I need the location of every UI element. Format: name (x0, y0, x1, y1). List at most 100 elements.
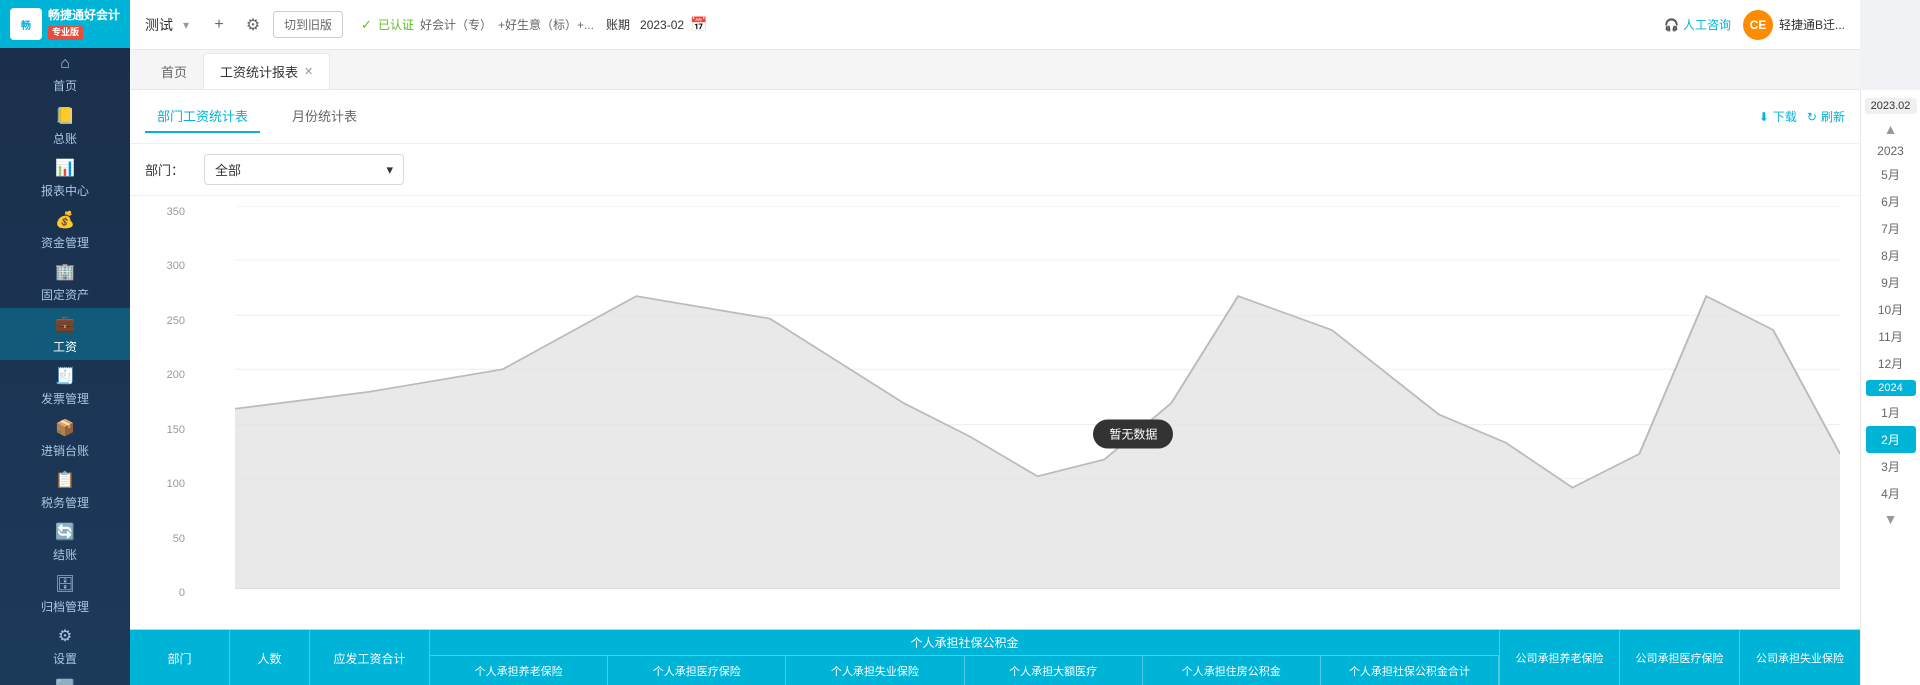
user-menu[interactable]: CE 轻捷通B迁... (1743, 10, 1845, 40)
certified-label: 已认证 (378, 16, 414, 33)
sidebar-label-archive: 归档管理 (41, 598, 89, 615)
sidebar-item-funds[interactable]: 💰 资金管理 (0, 204, 130, 256)
tab-salary-label: 工资统计报表 (220, 62, 298, 81)
tab-salary-report[interactable]: 工资统计报表 ✕ (203, 53, 330, 89)
user-name: 轻捷通B迁... (1779, 16, 1845, 33)
guide-icon: 🆕 (55, 678, 75, 685)
sidebar-label-invoice: 发票管理 (41, 390, 89, 407)
th-company-unemployment: 公司承担失业保险 (1740, 630, 1860, 685)
tab-home-label: 首页 (161, 62, 187, 81)
month-2023-6[interactable]: 6月 (1866, 188, 1916, 215)
topbar-right: 🎧 人工咨询 CE 轻捷通B迁... (1664, 10, 1845, 40)
app-logo: 畅 畅捷通好会计 专业版 (0, 0, 130, 48)
th-personal-medical: 个人承担医疗保险 (608, 656, 786, 685)
settings-icon: ⚙ (58, 626, 72, 646)
sidebar-item-guide[interactable]: 🆕 新手引导 (0, 672, 130, 685)
month-2023-8[interactable]: 8月 (1866, 242, 1916, 269)
tab-home[interactable]: 首页 (145, 54, 203, 89)
sidebar-label-checkout: 结账 (53, 546, 77, 563)
sidebar-label-home: 首页 (53, 77, 77, 94)
settings-button[interactable]: ⚙ (239, 11, 267, 39)
y-axis-labels: 350 300 250 200 150 100 50 0 (145, 206, 185, 599)
year-2023-label: 2023 (1866, 141, 1916, 161)
sub-tabs-bar: 部门工资统计表 月份统计表 ⬇ 下载 ↻ 刷新 (130, 90, 1860, 144)
th-dept: 部门 (130, 630, 230, 685)
business-label: +好生意（标）+... (498, 16, 594, 33)
sidebar: 畅 畅捷通好会计 专业版 ⌂ 首页 📒 总账 📊 报表中心 💰 资金管理 🏢 固… (0, 0, 130, 685)
sidebar-item-settings[interactable]: ⚙ 设置 (0, 620, 130, 672)
line-chart (235, 206, 1840, 589)
headset-icon: 🎧 (1664, 18, 1679, 32)
select-arrow-icon: ▾ (386, 162, 393, 178)
sidebar-item-tax[interactable]: 📋 税务管理 (0, 464, 130, 516)
dropdown-arrow-icon[interactable]: ▾ (183, 18, 189, 32)
th-personal-total: 个人承担社保公积金合计 (1321, 656, 1499, 685)
th-personal-insurance-sub: 个人承担养老保险 个人承担医疗保险 个人承担失业保险 个人承担大额医疗 个人承担… (430, 656, 1499, 685)
th-personal-insurance-group: 个人承担社保公积金 个人承担养老保险 个人承担医疗保险 个人承担失业保险 个人承… (430, 630, 1500, 685)
dept-filter-label: 部门： (145, 160, 184, 179)
tab-close-icon[interactable]: ✕ (304, 65, 313, 78)
logo-icon: 畅 (10, 8, 42, 40)
th-people: 人数 (230, 630, 310, 685)
invoice-icon: 🧾 (55, 366, 75, 386)
sidebar-item-invoice[interactable]: 🧾 发票管理 (0, 360, 130, 412)
toolbar: 部门： 全部 ▾ (130, 144, 1860, 196)
add-button[interactable]: + (205, 11, 233, 39)
month-2024-3[interactable]: 3月 (1866, 453, 1916, 480)
refresh-button[interactable]: ↻ 刷新 (1807, 108, 1845, 125)
th-personal-housing: 个人承担住房公积金 (1143, 656, 1321, 685)
period-value: 2023-02 (640, 18, 684, 32)
reports-icon: 📊 (55, 158, 75, 178)
sub-tab-monthly[interactable]: 月份统计表 (280, 100, 369, 133)
month-2023-11[interactable]: 11月 (1866, 323, 1916, 350)
calendar-icon[interactable]: 📅 (690, 16, 707, 33)
date-up-button[interactable]: ▲ (1879, 117, 1903, 141)
sidebar-item-archive[interactable]: 🗄 归档管理 (0, 568, 130, 620)
sidebar-label-sales: 进销台账 (41, 442, 89, 459)
ledger-icon: 📒 (55, 106, 75, 126)
th-personal-insurance-title: 个人承担社保公积金 (430, 630, 1499, 656)
funds-icon: 💰 (55, 210, 75, 230)
sidebar-item-assets[interactable]: 🏢 固定资产 (0, 256, 130, 308)
sidebar-label-tax: 税务管理 (41, 494, 89, 511)
sidebar-item-ledger[interactable]: 📒 总账 (0, 100, 130, 152)
date-down-button[interactable]: ▼ (1879, 507, 1903, 531)
service-button[interactable]: 🎧 人工咨询 (1664, 16, 1731, 33)
main-content: 部门工资统计表 月份统计表 ⬇ 下载 ↻ 刷新 部门： 全部 ▾ 350 300… (130, 90, 1860, 685)
month-2023-9[interactable]: 9月 (1866, 269, 1916, 296)
accounting-label: 好会计（专） (420, 16, 492, 33)
status-area: ✓ 已认证 好会计（专） +好生意（标）+... 账期 2023-02 📅 (361, 16, 707, 33)
table-header: 部门 人数 应发工资合计 个人承担社保公积金 个人承担养老保险 个人承担医疗保险… (130, 629, 1860, 685)
sidebar-item-salary[interactable]: 💼 工资 (0, 308, 130, 360)
th-company-pension: 公司承担养老保险 (1500, 630, 1620, 685)
archive-icon: 🗄 (55, 574, 75, 594)
chart-container: 350 300 250 200 150 100 50 0 暂无数据 (130, 196, 1860, 629)
salary-icon: 💼 (55, 314, 75, 334)
chart-area-fill (235, 296, 1840, 589)
sidebar-label-salary: 工资 (53, 338, 77, 355)
topbar-buttons: + ⚙ 切到旧版 (205, 11, 343, 39)
month-2024-4[interactable]: 4月 (1866, 480, 1916, 507)
tabbar: 首页 工资统计报表 ✕ (130, 50, 1860, 90)
month-2023-5[interactable]: 5月 (1866, 161, 1916, 188)
sub-tab-dept[interactable]: 部门工资统计表 (145, 100, 260, 133)
sidebar-label-assets: 固定资产 (41, 286, 89, 303)
switch-version-button[interactable]: 切到旧版 (273, 11, 343, 38)
download-button[interactable]: ⬇ 下载 (1759, 108, 1797, 125)
sidebar-item-reports[interactable]: 📊 报表中心 (0, 152, 130, 204)
sidebar-item-sales[interactable]: 📦 进销台账 (0, 412, 130, 464)
sidebar-label-reports: 报表中心 (41, 182, 89, 199)
month-2023-12[interactable]: 12月 (1866, 350, 1916, 377)
month-2024-2[interactable]: 2月 (1866, 426, 1916, 453)
sidebar-item-home[interactable]: ⌂ 首页 (0, 48, 130, 100)
month-2023-10[interactable]: 10月 (1866, 296, 1916, 323)
th-total-salary: 应发工资合计 (310, 630, 430, 685)
sidebar-item-checkout[interactable]: 🔄 结账 (0, 516, 130, 568)
sidebar-label-ledger: 总账 (53, 130, 77, 147)
avatar: CE (1743, 10, 1773, 40)
dept-select[interactable]: 全部 ▾ (204, 154, 404, 185)
topbar: 测试 ▾ + ⚙ 切到旧版 ✓ 已认证 好会计（专） +好生意（标）+... 账… (130, 0, 1860, 50)
month-2024-1[interactable]: 1月 (1866, 399, 1916, 426)
checkout-icon: 🔄 (55, 522, 75, 542)
month-2023-7[interactable]: 7月 (1866, 215, 1916, 242)
